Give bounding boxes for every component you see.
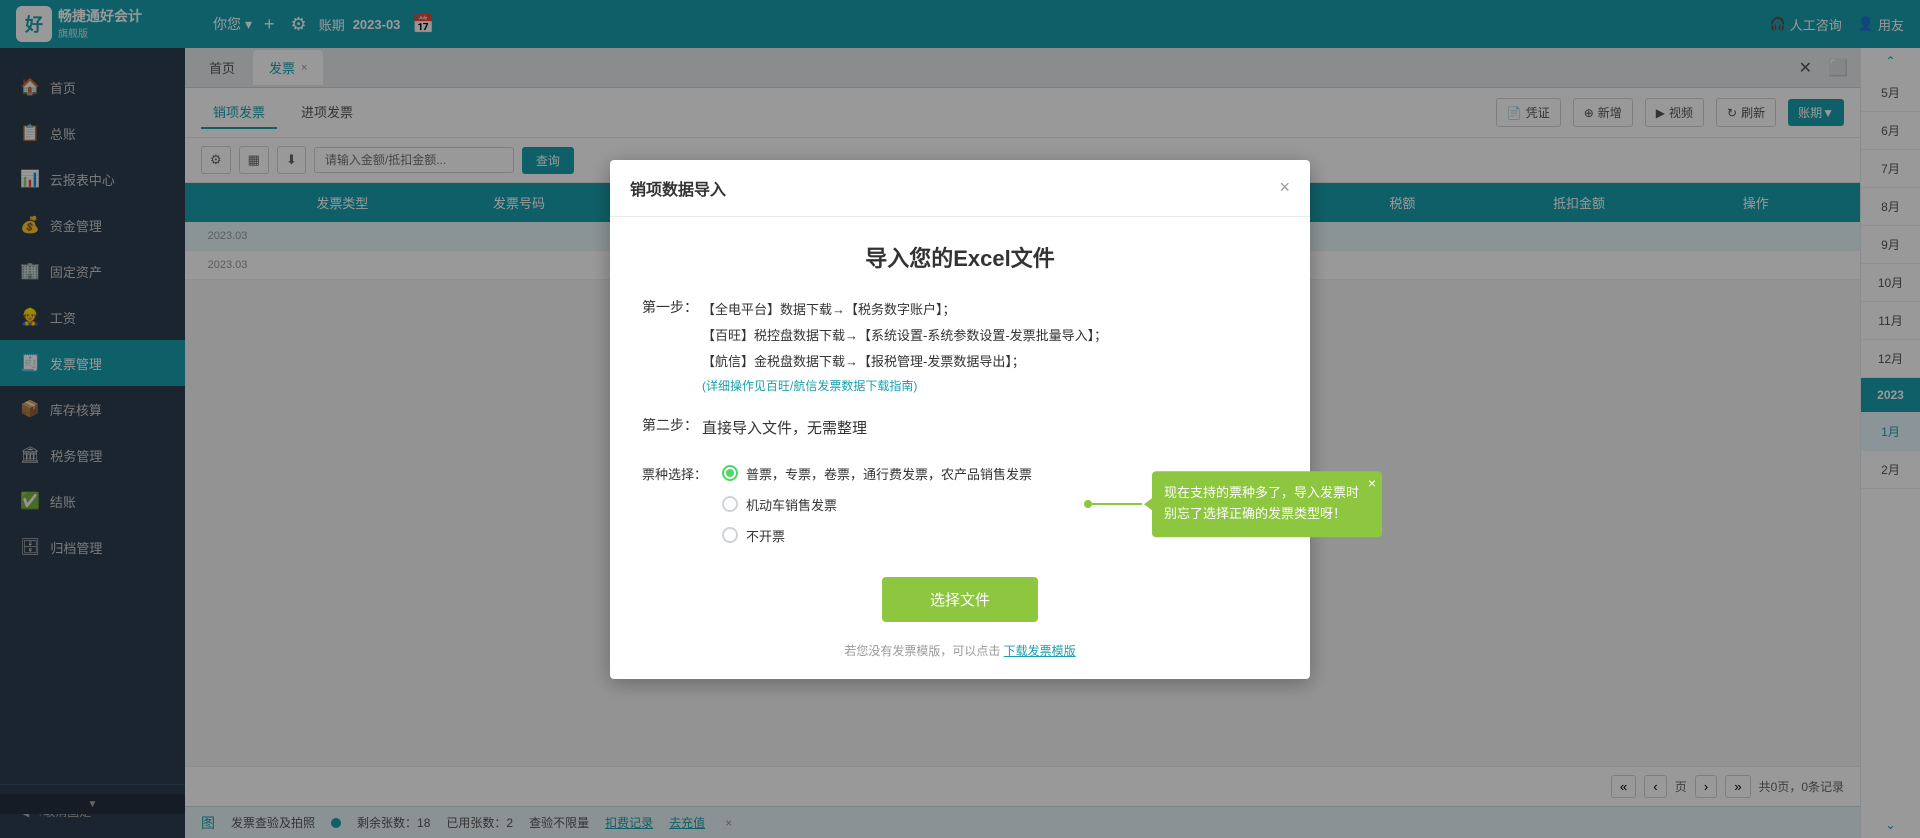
radio-no-ticket[interactable]: 不开票 [722,526,1032,545]
modal-main-title: 导入您的Excel文件 [642,241,1278,273]
radio-general-ticket[interactable]: 普票，专票，卷票，通行费发票，农产品销售发票 [722,464,1032,483]
select-file-button[interactable]: 选择文件 [882,577,1038,622]
modal-title: 销项数据导入 [630,176,726,200]
radio-dot [726,469,734,477]
step2-label: 第二步： [642,415,702,435]
modal-close-button[interactable]: × [1279,177,1290,198]
radio-circle [722,465,738,481]
modal-overlay[interactable]: 销项数据导入 × 导入您的Excel文件 第一步： 【全电平台】数据下载→【税务… [0,0,1920,838]
step1-label: 第一步： [642,297,702,317]
tooltip-bubble: × 现在支持的票种多了，导入发票时别忘了选择正确的发票类型呀！ [1152,471,1382,537]
radio-vehicle-ticket[interactable]: 机动车销售发票 × 现在支持的票种多了，导入发票时别忘了选择正确的发票类型呀！ [722,495,1032,514]
ticket-label: 票种选择： [642,464,722,483]
step2-section: 第二步： 直接导入文件，无需整理 [642,414,1278,444]
radio-circle [722,527,738,543]
step2-text: 直接导入文件，无需整理 [702,414,867,444]
modal-header: 销项数据导入 × [610,160,1310,217]
import-modal: 销项数据导入 × 导入您的Excel文件 第一步： 【全电平台】数据下载→【税务… [610,160,1310,679]
step1-line1: 【全电平台】数据下载→【税务数字账户】； [702,297,1107,323]
radio-circle [722,496,738,512]
tooltip-close-button[interactable]: × [1368,475,1376,491]
tooltip-text: 现在支持的票种多了，导入发票时别忘了选择正确的发票类型呀！ [1164,485,1359,521]
modal-footer: 若您没有发票模版，可以点击 下载发票模版 [642,642,1278,659]
download-template-link[interactable]: 下载发票模版 [1004,644,1076,658]
step1-line3: 【航信】金税盘数据下载→【报税管理-发票数据导出】； [702,349,1107,375]
step1-link[interactable]: (详细操作见百旺/航信发票数据下载指南) [702,377,1107,394]
step1-line2: 【百旺】税控盘数据下载→【系统设置-系统参数设置-发票批量导入】； [702,323,1107,349]
radio-label: 机动车销售发票 [746,495,837,514]
radio-label: 不开票 [746,526,785,545]
ticket-select-section: 票种选择： 普票，专票，卷票，通行费发票，农产品销售发票 机动车销售 [642,464,1278,557]
modal-body: 导入您的Excel文件 第一步： 【全电平台】数据下载→【税务数字账户】； 【百… [610,217,1310,679]
step1-section: 第一步： 【全电平台】数据下载→【税务数字账户】； 【百旺】税控盘数据下载→【系… [642,297,1278,394]
radio-label: 普票，专票，卷票，通行费发票，农产品销售发票 [746,464,1032,483]
footer-text: 若您没有发票模版，可以点击 [844,644,1000,658]
